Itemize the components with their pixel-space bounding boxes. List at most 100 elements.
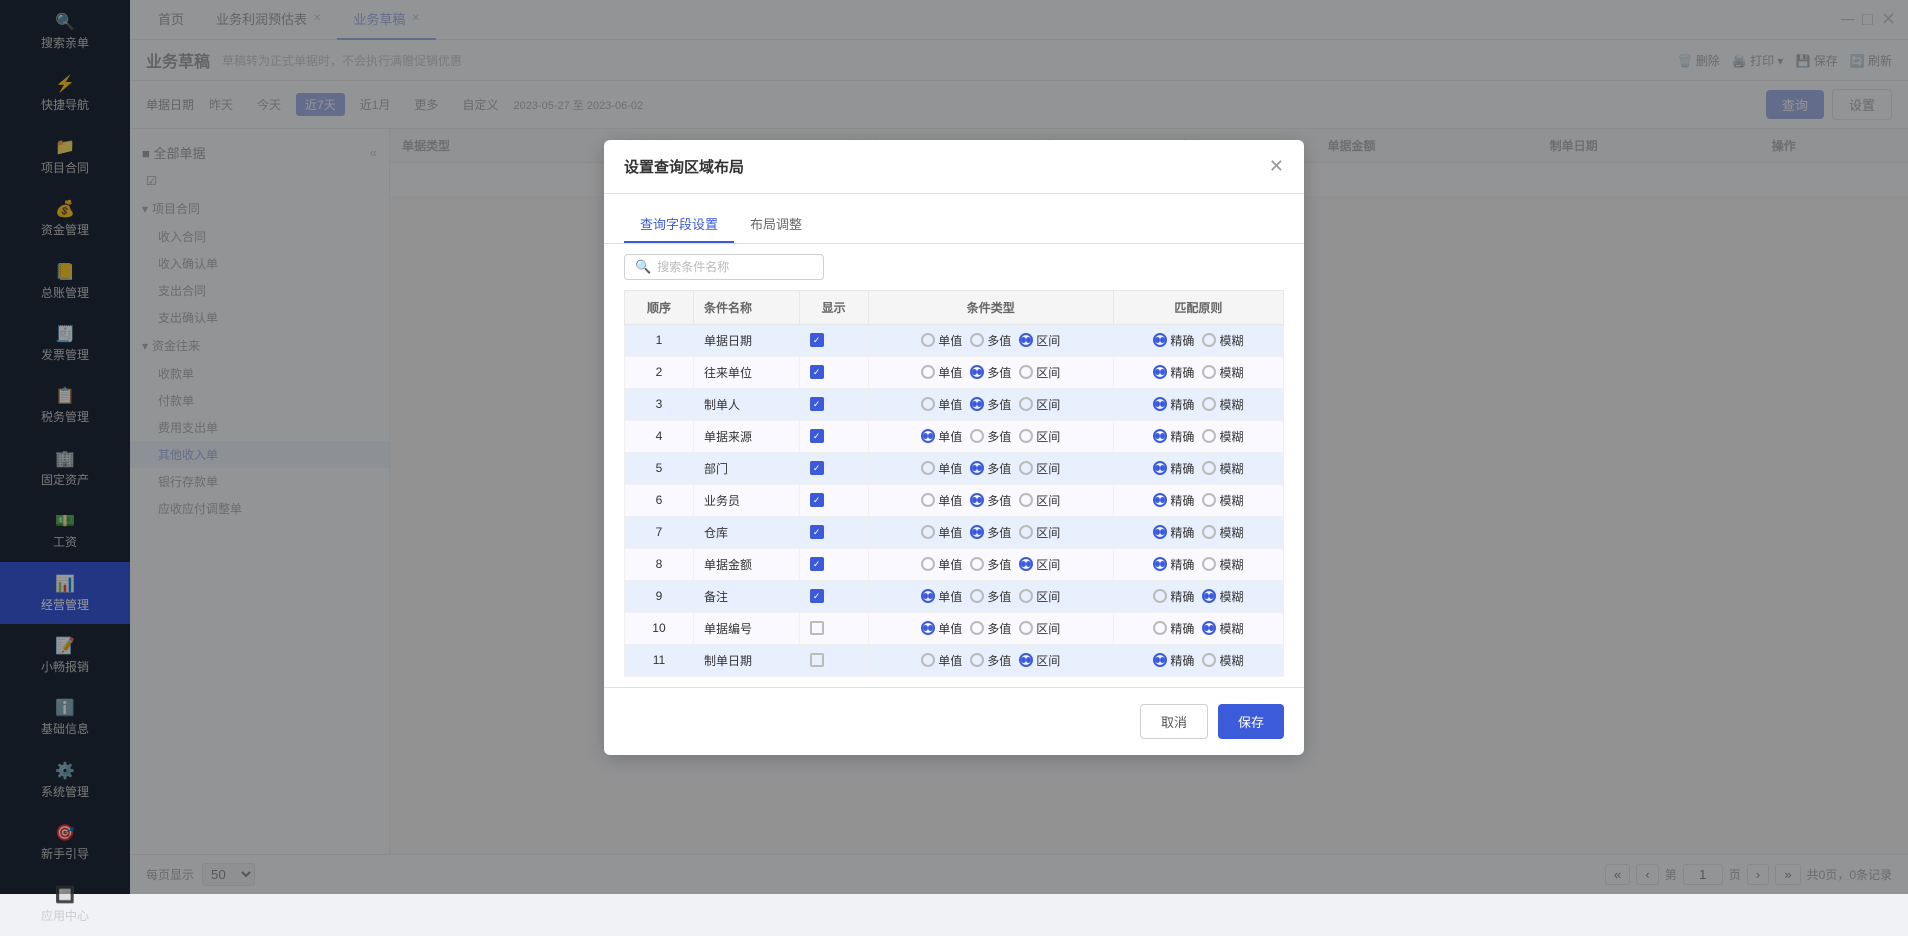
match-precise-radio[interactable]: 精确 (1153, 460, 1194, 477)
row-show[interactable]: ✓ (799, 484, 868, 516)
row-show[interactable]: ✓ (799, 580, 868, 612)
settings-table-row: 6业务员✓ 单值 多值 区间 精确 (625, 484, 1284, 516)
show-checkbox[interactable]: ✓ (810, 397, 824, 411)
type-range-radio[interactable]: 区间 (1019, 492, 1060, 509)
match-fuzzy-radio[interactable]: 模糊 (1202, 556, 1243, 573)
type-range-radio[interactable]: 区间 (1019, 396, 1060, 413)
type-multi-radio[interactable]: 多值 (970, 396, 1011, 413)
tab-field-settings[interactable]: 查询字段设置 (624, 206, 734, 243)
type-multi-radio[interactable]: 多值 (970, 364, 1011, 381)
show-checkbox[interactable]: ✓ (810, 493, 824, 507)
row-type: 单值 多值 区间 (868, 420, 1113, 452)
show-checkbox[interactable]: ✓ (810, 525, 824, 539)
match-fuzzy-radio[interactable]: 模糊 (1202, 364, 1243, 381)
type-multi-radio[interactable]: 多值 (970, 332, 1011, 349)
match-precise-radio[interactable]: 精确 (1153, 524, 1194, 541)
type-multi-radio[interactable]: 多值 (970, 652, 1011, 669)
row-type: 单值 多值 区间 (868, 548, 1113, 580)
show-checkbox[interactable]: ✓ (810, 365, 824, 379)
dialog-tabs: 查询字段设置 布局调整 (604, 194, 1304, 244)
row-show[interactable]: ✓ (799, 420, 868, 452)
row-show[interactable]: ✓ (799, 452, 868, 484)
type-range-radio[interactable]: 区间 (1019, 588, 1060, 605)
type-single-radio[interactable]: 单值 (921, 428, 962, 445)
row-type: 单值 多值 区间 (868, 580, 1113, 612)
row-match: 精确 模糊 (1113, 452, 1283, 484)
type-single-radio[interactable]: 单值 (921, 556, 962, 573)
show-checkbox[interactable]: ✓ (810, 461, 824, 475)
type-single-radio[interactable]: 单值 (921, 492, 962, 509)
match-precise-radio[interactable]: 精确 (1153, 396, 1194, 413)
type-single-radio[interactable]: 单值 (921, 588, 962, 605)
row-show[interactable] (799, 612, 868, 644)
row-show[interactable]: ✓ (799, 324, 868, 356)
show-checkbox[interactable]: ✓ (810, 557, 824, 571)
row-name: 单据金额 (693, 548, 799, 580)
row-show[interactable]: ✓ (799, 548, 868, 580)
match-fuzzy-radio[interactable]: 模糊 (1202, 460, 1243, 477)
show-checkbox[interactable]: ✓ (810, 429, 824, 443)
tab-layout-adjust[interactable]: 布局调整 (734, 206, 818, 243)
type-single-radio[interactable]: 单值 (921, 332, 962, 349)
show-checkbox[interactable]: ✓ (810, 333, 824, 347)
type-range-radio[interactable]: 区间 (1019, 460, 1060, 477)
search-input-wrap: 🔍 (624, 254, 824, 280)
type-range-radio[interactable]: 区间 (1019, 364, 1060, 381)
row-name: 往来单位 (693, 356, 799, 388)
type-single-radio[interactable]: 单值 (921, 620, 962, 637)
type-range-radio[interactable]: 区间 (1019, 332, 1060, 349)
match-fuzzy-radio[interactable]: 模糊 (1202, 524, 1243, 541)
type-radio-group: 单值 多值 区间 (879, 396, 1103, 413)
type-range-radio[interactable]: 区间 (1019, 428, 1060, 445)
type-range-radio[interactable]: 区间 (1019, 524, 1060, 541)
match-radio-group: 精确 模糊 (1124, 460, 1273, 477)
type-radio-group: 单值 多值 区间 (879, 524, 1103, 541)
type-multi-radio[interactable]: 多值 (970, 620, 1011, 637)
match-precise-radio[interactable]: 精确 (1153, 332, 1194, 349)
row-order: 8 (625, 548, 694, 580)
type-multi-radio[interactable]: 多值 (970, 492, 1011, 509)
show-checkbox[interactable] (810, 653, 824, 667)
match-fuzzy-radio[interactable]: 模糊 (1202, 396, 1243, 413)
cancel-button[interactable]: 取消 (1140, 704, 1208, 739)
type-multi-radio[interactable]: 多值 (970, 460, 1011, 477)
type-multi-radio[interactable]: 多值 (970, 428, 1011, 445)
match-fuzzy-radio[interactable]: 模糊 (1202, 492, 1243, 509)
match-fuzzy-radio[interactable]: 模糊 (1202, 652, 1243, 669)
type-range-radio[interactable]: 区间 (1019, 652, 1060, 669)
search-input[interactable] (657, 260, 807, 274)
row-order: 7 (625, 516, 694, 548)
type-single-radio[interactable]: 单值 (921, 652, 962, 669)
type-multi-radio[interactable]: 多值 (970, 588, 1011, 605)
row-show[interactable]: ✓ (799, 388, 868, 420)
row-show[interactable] (799, 644, 868, 676)
type-single-radio[interactable]: 单值 (921, 364, 962, 381)
row-match: 精确 模糊 (1113, 324, 1283, 356)
match-fuzzy-radio[interactable]: 模糊 (1202, 620, 1243, 637)
row-show[interactable]: ✓ (799, 516, 868, 548)
match-precise-radio[interactable]: 精确 (1153, 556, 1194, 573)
type-multi-radio[interactable]: 多值 (970, 556, 1011, 573)
show-checkbox[interactable] (810, 621, 824, 635)
match-precise-radio[interactable]: 精确 (1153, 588, 1194, 605)
row-show[interactable]: ✓ (799, 356, 868, 388)
row-name: 仓库 (693, 516, 799, 548)
type-single-radio[interactable]: 单值 (921, 524, 962, 541)
match-fuzzy-radio[interactable]: 模糊 (1202, 588, 1243, 605)
dialog-close-btn[interactable]: ✕ (1269, 156, 1284, 177)
type-single-radio[interactable]: 单值 (921, 460, 962, 477)
match-fuzzy-radio[interactable]: 模糊 (1202, 332, 1243, 349)
th-name: 条件名称 (693, 290, 799, 324)
type-multi-radio[interactable]: 多值 (970, 524, 1011, 541)
match-precise-radio[interactable]: 精确 (1153, 652, 1194, 669)
match-fuzzy-radio[interactable]: 模糊 (1202, 428, 1243, 445)
match-precise-radio[interactable]: 精确 (1153, 492, 1194, 509)
type-single-radio[interactable]: 单值 (921, 396, 962, 413)
type-range-radio[interactable]: 区间 (1019, 620, 1060, 637)
match-precise-radio[interactable]: 精确 (1153, 364, 1194, 381)
show-checkbox[interactable]: ✓ (810, 589, 824, 603)
save-button[interactable]: 保存 (1218, 704, 1284, 739)
match-precise-radio[interactable]: 精确 (1153, 620, 1194, 637)
type-range-radio[interactable]: 区间 (1019, 556, 1060, 573)
match-precise-radio[interactable]: 精确 (1153, 428, 1194, 445)
